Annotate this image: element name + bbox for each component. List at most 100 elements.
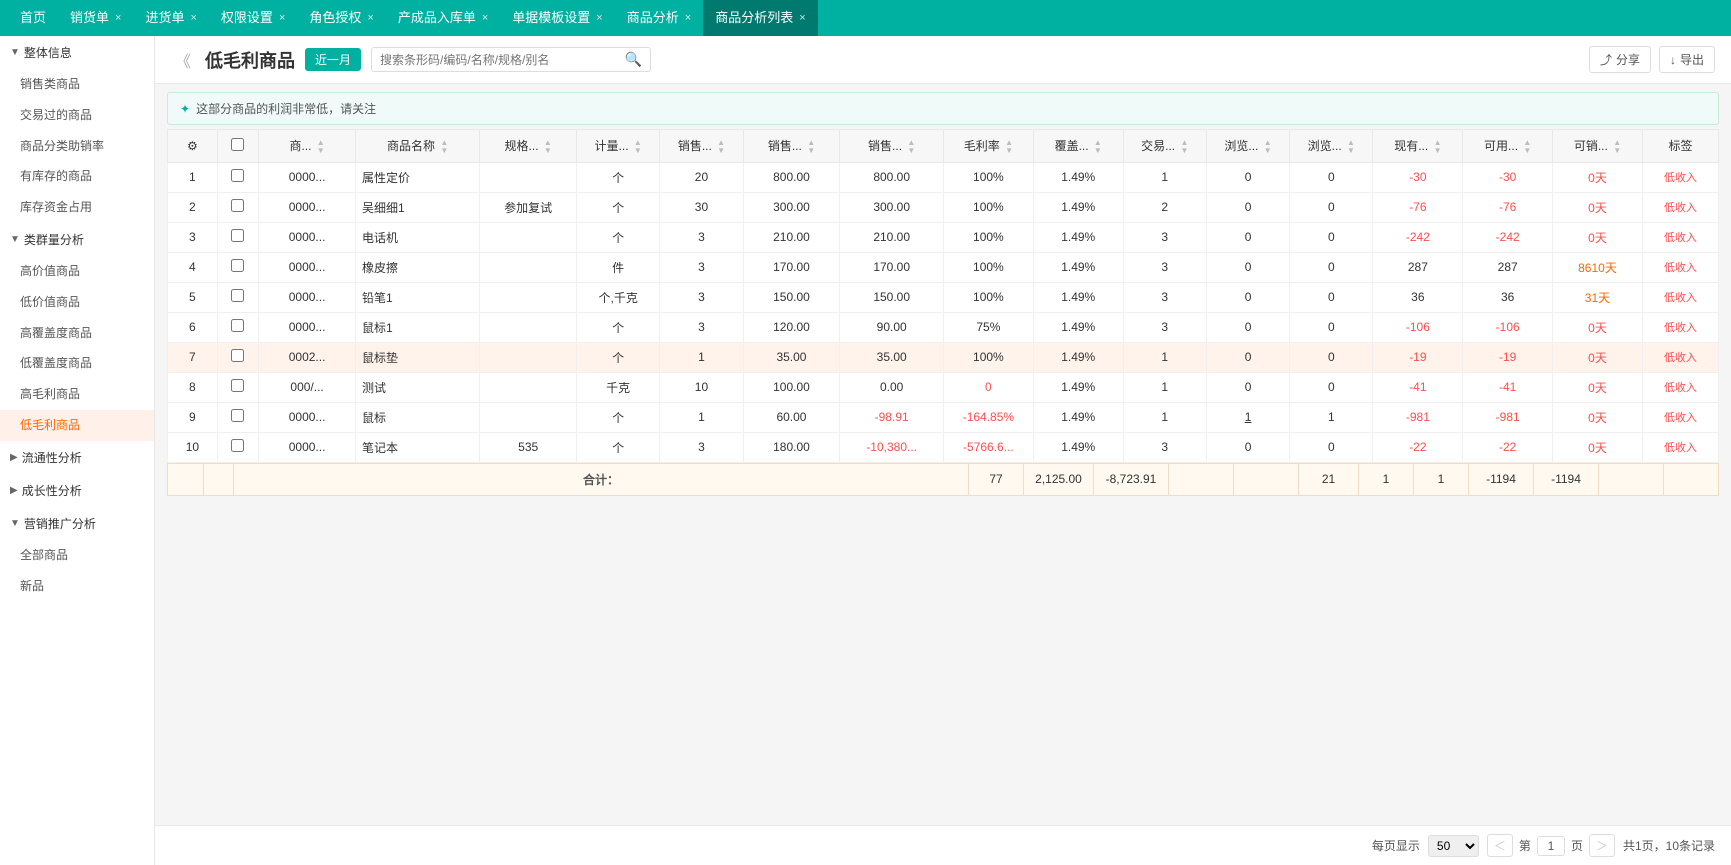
sidebar-item-new-goods[interactable]: 新品 xyxy=(0,571,154,602)
col-saleable[interactable]: 可销... ▲▼ xyxy=(1553,130,1643,163)
share-button[interactable]: ⤴ 分享 xyxy=(1589,46,1651,73)
sidebar-item-all-goods[interactable]: 全部商品 xyxy=(0,540,154,571)
row-checkbox[interactable] xyxy=(217,402,258,432)
sidebar-item-high-coverage[interactable]: 高覆盖度商品 xyxy=(0,318,154,349)
close-icon[interactable]: × xyxy=(367,0,373,36)
col-trade[interactable]: 交易... ▲▼ xyxy=(1123,130,1206,163)
col-coverage[interactable]: 覆盖... ▲▼ xyxy=(1033,130,1123,163)
sidebar-item-stock-goods[interactable]: 有库存的商品 xyxy=(0,161,154,192)
row-name[interactable]: 笔记本 xyxy=(355,432,479,462)
row-checkbox[interactable] xyxy=(217,162,258,192)
sidebar-item-low-coverage[interactable]: 低覆盖度商品 xyxy=(0,348,154,379)
close-icon[interactable]: × xyxy=(190,0,196,36)
sidebar-group-circulation[interactable]: ▶ 流通性分析 xyxy=(0,441,154,474)
sidebar-group-marketing[interactable]: ▼ 营销推广分析 xyxy=(0,507,154,540)
row-browse1[interactable]: 1 xyxy=(1206,402,1289,432)
select-all-checkbox[interactable] xyxy=(231,138,244,151)
close-icon[interactable]: × xyxy=(596,0,602,36)
row-sales: 90.00 xyxy=(840,312,944,342)
nav-item-template[interactable]: 单据模板设置 × xyxy=(500,0,614,36)
time-filter-button[interactable]: 近一月 xyxy=(305,48,361,71)
row-name[interactable]: 属性定价 xyxy=(355,162,479,192)
nav-item-purchase[interactable]: 进货单 × xyxy=(133,0,208,36)
row-price: 35.00 xyxy=(743,342,840,372)
nav-item-sales[interactable]: 销货单 × xyxy=(58,0,133,36)
search-icon[interactable]: 🔍 xyxy=(625,51,642,68)
row-checkbox[interactable] xyxy=(217,192,258,222)
page-title: 低毛利商品 xyxy=(205,47,295,73)
row-qty: 20 xyxy=(660,162,743,192)
sidebar-item-low-gross[interactable]: 低毛利商品 xyxy=(0,410,154,441)
row-price: 180.00 xyxy=(743,432,840,462)
col-browse1[interactable]: 浏览... ▲▼ xyxy=(1206,130,1289,163)
col-sales[interactable]: 销售... ▲▼ xyxy=(840,130,944,163)
nav-item-analysis-list[interactable]: 商品分析列表 × xyxy=(703,0,817,36)
row-checkbox[interactable] xyxy=(217,252,258,282)
col-avail[interactable]: 可用... ▲▼ xyxy=(1463,130,1553,163)
col-gross-rate[interactable]: 毛利率 ▲▼ xyxy=(943,130,1033,163)
row-name[interactable]: 测试 xyxy=(355,372,479,402)
close-icon[interactable]: × xyxy=(115,0,121,36)
close-icon[interactable]: × xyxy=(685,0,691,36)
nav-item-role[interactable]: 角色授权 × xyxy=(297,0,385,36)
next-page-button[interactable]: ＞ xyxy=(1589,834,1615,857)
col-qty[interactable]: 销售... ▲▼ xyxy=(660,130,743,163)
col-stock[interactable]: 现有... ▲▼ xyxy=(1373,130,1463,163)
row-checkbox[interactable] xyxy=(217,372,258,402)
close-icon[interactable]: × xyxy=(279,0,285,36)
sidebar-item-high-gross[interactable]: 高毛利商品 xyxy=(0,379,154,410)
sidebar-collapse-button[interactable]: 《 xyxy=(171,48,195,72)
sidebar-item-category-rate[interactable]: 商品分类助销率 xyxy=(0,131,154,162)
sidebar-group-growth[interactable]: ▶ 成长性分析 xyxy=(0,474,154,507)
col-unit[interactable]: 计量... ▲▼ xyxy=(577,130,660,163)
row-name[interactable]: 鼠标 xyxy=(355,402,479,432)
table-row: 5 0000... 铅笔1 个,千克 3 150.00 150.00 100% … xyxy=(168,282,1719,312)
row-name[interactable]: 鼠标垫 xyxy=(355,342,479,372)
row-checkbox[interactable] xyxy=(217,282,258,312)
row-avail: -22 xyxy=(1463,432,1553,462)
per-page-select[interactable]: 50 20 100 xyxy=(1428,835,1479,857)
sidebar-item-high-value[interactable]: 高价值商品 xyxy=(0,256,154,287)
row-checkbox[interactable] xyxy=(217,312,258,342)
nav-item-permission[interactable]: 权限设置 × xyxy=(209,0,297,36)
close-icon[interactable]: × xyxy=(799,0,805,36)
row-browse2: 0 xyxy=(1290,252,1373,282)
row-stock: -30 xyxy=(1373,162,1463,192)
col-price[interactable]: 销售... ▲▼ xyxy=(743,130,840,163)
sidebar-item-low-value[interactable]: 低价值商品 xyxy=(0,287,154,318)
row-unit: 个 xyxy=(577,402,660,432)
sidebar-item-traded-goods[interactable]: 交易过的商品 xyxy=(0,100,154,131)
export-button[interactable]: ↓ 导出 xyxy=(1659,46,1715,73)
col-tag[interactable]: 标签 xyxy=(1642,130,1718,163)
prev-page-button[interactable]: ＜ xyxy=(1487,834,1513,857)
row-unit: 个 xyxy=(577,312,660,342)
row-name[interactable]: 电话机 xyxy=(355,222,479,252)
search-input[interactable] xyxy=(380,53,625,67)
row-checkbox[interactable] xyxy=(217,342,258,372)
row-name[interactable]: 铅笔1 xyxy=(355,282,479,312)
row-trade: 3 xyxy=(1123,282,1206,312)
sidebar-group-overall[interactable]: ▼ 整体信息 xyxy=(0,36,154,69)
col-settings[interactable]: ⚙ xyxy=(168,130,218,163)
row-checkbox[interactable] xyxy=(217,432,258,462)
table-container[interactable]: ⚙ 商... ▲▼ 商品名称 ▲▼ xyxy=(155,129,1731,825)
row-unit: 千克 xyxy=(577,372,660,402)
row-tag: 低收入 xyxy=(1642,342,1718,372)
row-name[interactable]: 吴细细1 xyxy=(355,192,479,222)
col-name[interactable]: 商品名称 ▲▼ xyxy=(355,130,479,163)
nav-item-home[interactable]: 首页 xyxy=(8,0,58,36)
nav-item-analysis[interactable]: 商品分析 × xyxy=(615,0,703,36)
col-spec[interactable]: 规格... ▲▼ xyxy=(480,130,577,163)
sidebar-item-sales-goods[interactable]: 销售类商品 xyxy=(0,69,154,100)
sidebar-item-stock-fund[interactable]: 库存资金占用 xyxy=(0,192,154,223)
row-spec xyxy=(480,222,577,252)
sidebar-group-category[interactable]: ▼ 类群量分析 xyxy=(0,223,154,256)
row-checkbox[interactable] xyxy=(217,222,258,252)
nav-item-product[interactable]: 产成品入库单 × xyxy=(386,0,500,36)
col-browse2[interactable]: 浏览... ▲▼ xyxy=(1290,130,1373,163)
row-name[interactable]: 鼠标1 xyxy=(355,312,479,342)
col-code[interactable]: 商... ▲▼ xyxy=(259,130,356,163)
row-name[interactable]: 橡皮擦 xyxy=(355,252,479,282)
settings-icon[interactable]: ⚙ xyxy=(187,139,198,153)
close-icon[interactable]: × xyxy=(482,0,488,36)
